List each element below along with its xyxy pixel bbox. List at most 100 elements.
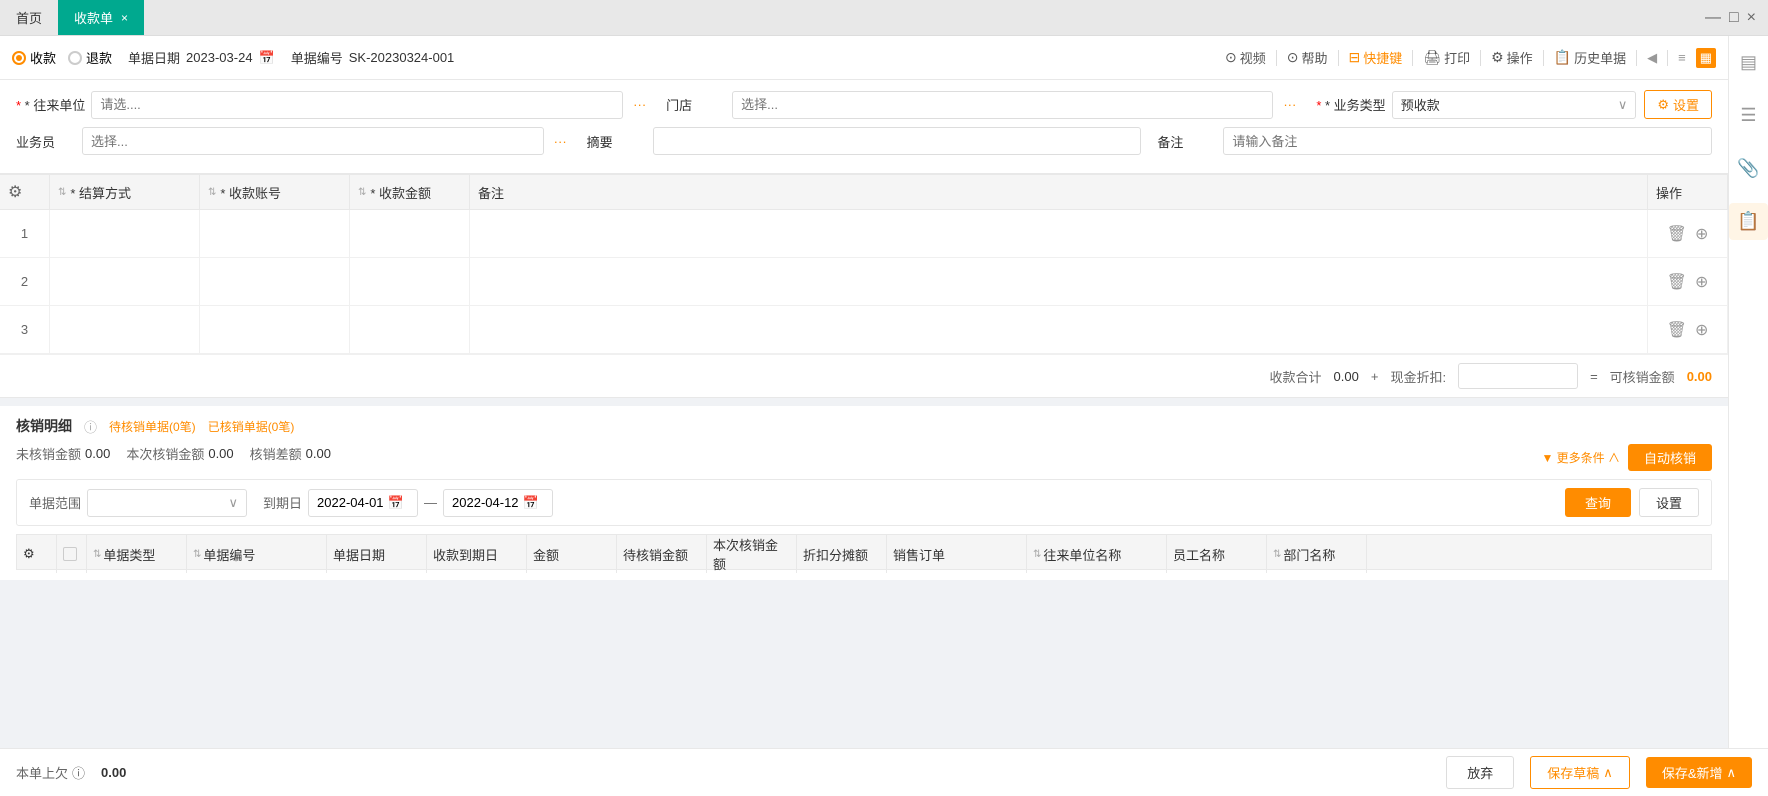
- counterpart-more-icon[interactable]: ···: [629, 97, 650, 112]
- save-draft-button[interactable]: 保存草稿 ∧: [1530, 756, 1630, 789]
- discount-input[interactable]: [1458, 363, 1578, 389]
- save-new-arrow: ∧: [1726, 765, 1736, 781]
- table-footer: 收款合计 0.00 + 现金折扣: = 可核销金额 0.00: [0, 354, 1728, 398]
- divider2: [1338, 50, 1339, 66]
- store-more-icon[interactable]: ···: [1279, 97, 1300, 112]
- th-settings[interactable]: ⚙: [0, 175, 50, 209]
- row1-actions: 🗑 ⊕: [1648, 210, 1728, 257]
- select-all-checkbox[interactable]: [63, 547, 77, 561]
- row2-notes[interactable]: [470, 258, 1648, 305]
- notes-input[interactable]: [1223, 127, 1712, 155]
- minimize-icon[interactable]: —: [1705, 9, 1721, 27]
- row1-account[interactable]: [200, 210, 350, 257]
- dth-gear-icon[interactable]: ⚙: [23, 546, 35, 562]
- verify-title: 核销明细: [16, 416, 72, 436]
- delete-icon2[interactable]: 🗑: [1667, 272, 1687, 292]
- refund-label: 退款: [86, 48, 112, 67]
- grid-icon[interactable]: ▦: [1696, 48, 1716, 68]
- operate-button[interactable]: ⚙ 操作: [1491, 48, 1533, 67]
- tab-current[interactable]: 收款单 ×: [58, 0, 144, 35]
- row2-account[interactable]: [200, 258, 350, 305]
- range-select[interactable]: ∨: [87, 489, 247, 517]
- calendar-icon[interactable]: 📅: [259, 50, 275, 66]
- row3-notes[interactable]: [470, 306, 1648, 353]
- date-to-picker[interactable]: 2022-04-12 📅: [443, 489, 553, 517]
- shortcut-button[interactable]: ⊟ 快捷键: [1349, 48, 1403, 67]
- filter-settings-button[interactable]: 设置: [1639, 488, 1699, 517]
- notes-field: 备注: [1157, 127, 1712, 155]
- sidebar-form-icon[interactable]: 📋: [1729, 203, 1767, 240]
- help-button[interactable]: ⊙ 帮助: [1287, 48, 1328, 67]
- shortcut-label: 快捷键: [1363, 48, 1402, 67]
- table-row: 1 🗑 ⊕: [0, 210, 1728, 258]
- tab-home[interactable]: 首页: [0, 0, 58, 35]
- sidebar-list-icon[interactable]: ☰: [1732, 97, 1764, 134]
- counterpart-input[interactable]: [91, 91, 623, 119]
- save-new-button[interactable]: 保存&新增 ∧: [1646, 757, 1752, 788]
- close-icon[interactable]: ×: [1747, 9, 1756, 27]
- row1-amount[interactable]: [350, 210, 470, 257]
- auto-verify-button[interactable]: 自动核销: [1628, 444, 1712, 471]
- tab-close-icon[interactable]: ×: [121, 11, 128, 25]
- copy-icon[interactable]: ⊕: [1695, 224, 1708, 244]
- video-button[interactable]: ⊙ 视频: [1225, 48, 1266, 67]
- print-icon: 🖨: [1423, 49, 1441, 66]
- copy-icon3[interactable]: ⊕: [1695, 320, 1708, 340]
- dth-doc-date: 单据日期: [327, 535, 427, 573]
- print-button[interactable]: 🖨 打印: [1423, 48, 1470, 67]
- delete-icon[interactable]: 🗑: [1667, 224, 1687, 244]
- save-draft-label: 保存草稿: [1547, 763, 1599, 782]
- maximize-icon[interactable]: □: [1729, 9, 1739, 27]
- unchecked-value: 0.00: [85, 446, 110, 461]
- sidebar-attach-icon[interactable]: 📎: [1729, 150, 1767, 187]
- receipt-radio[interactable]: [12, 51, 26, 65]
- biz-type-select[interactable]: 预收款 ∨: [1392, 91, 1637, 119]
- refund-option[interactable]: 退款: [68, 48, 112, 67]
- pending-tab[interactable]: 待核销单据(0笔): [109, 418, 196, 435]
- verify-stats: 未核销金额 0.00 本次核销金额 0.00 核销差额 0.00: [16, 444, 331, 463]
- done-tab[interactable]: 已核销单据(0笔): [208, 418, 295, 435]
- th-account-label: * 收款账号: [220, 183, 281, 202]
- delete-icon3[interactable]: 🗑: [1667, 320, 1687, 340]
- summary-input[interactable]: [653, 127, 1142, 155]
- table-header: ⚙ ⇅ * 结算方式 ⇅ * 收款账号 ⇅ * 收款金额 备注 操作: [0, 174, 1728, 210]
- verify-info-icon[interactable]: ⓘ: [84, 417, 97, 436]
- notes-label: 备注: [1157, 132, 1217, 151]
- settings-button[interactable]: ⚙ 设置: [1644, 90, 1712, 119]
- sort-icon-dn: ⇅: [193, 549, 201, 560]
- row1-settlement[interactable]: [50, 210, 200, 257]
- abandon-button[interactable]: 放弃: [1446, 756, 1514, 789]
- row3-account[interactable]: [200, 306, 350, 353]
- row3-settlement[interactable]: [50, 306, 200, 353]
- dth-checkbox[interactable]: [57, 535, 87, 573]
- row2-settlement[interactable]: [50, 258, 200, 305]
- table-row: 3 🗑 ⊕: [0, 306, 1728, 354]
- total-value: 0.00: [1334, 369, 1359, 384]
- operate-icon: ⚙: [1491, 49, 1504, 66]
- settings-gear-icon[interactable]: ⚙: [8, 182, 22, 202]
- staff-more-icon[interactable]: ···: [550, 134, 571, 149]
- list-icon[interactable]: ≡: [1678, 50, 1686, 65]
- more-filter-button[interactable]: ▼ 更多条件 ∧: [1541, 449, 1620, 466]
- date-from-picker[interactable]: 2022-04-01 📅: [308, 489, 418, 517]
- receipt-option[interactable]: 收款: [12, 48, 56, 67]
- copy-icon2[interactable]: ⊕: [1695, 272, 1708, 292]
- store-input[interactable]: [732, 91, 1273, 119]
- date-dash: —: [424, 495, 437, 510]
- settings-gear-icon: ⚙: [1657, 97, 1669, 113]
- nav-left-icon[interactable]: ◀: [1647, 50, 1657, 66]
- current-stat: 本次核销金额 0.00: [126, 444, 233, 463]
- row1-notes[interactable]: [470, 210, 1648, 257]
- query-button[interactable]: 查询: [1565, 488, 1631, 517]
- row2-amount[interactable]: [350, 258, 470, 305]
- bottom-value: 0.00: [101, 765, 126, 780]
- form-area: * 往来单位 ··· 门店 ··· * 业务类型 预收款 ∨ ⚙: [0, 80, 1728, 174]
- dth-settings[interactable]: ⚙: [17, 535, 57, 573]
- row3-amount[interactable]: [350, 306, 470, 353]
- bottom-info-icon[interactable]: ⓘ: [72, 763, 85, 782]
- staff-input[interactable]: [82, 127, 544, 155]
- refund-radio[interactable]: [68, 51, 82, 65]
- sidebar-table-icon[interactable]: ▤: [1732, 44, 1765, 81]
- history-button[interactable]: 📋 历史单据: [1554, 48, 1626, 67]
- counterpart-label: * 往来单位: [16, 95, 85, 114]
